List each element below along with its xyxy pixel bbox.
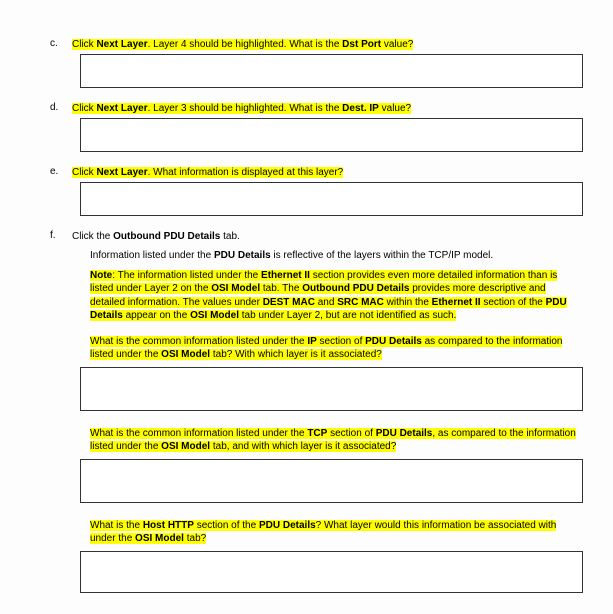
question-text: Click Next Layer. Layer 3 should be high… bbox=[72, 102, 583, 115]
text: Information listed under the bbox=[90, 250, 214, 261]
bold-text: PDU Details bbox=[259, 520, 316, 531]
question-d: d. Click Next Layer. Layer 3 should be h… bbox=[50, 102, 583, 152]
bold-text: Ethernet II bbox=[432, 297, 481, 308]
text: section of bbox=[327, 428, 375, 439]
text: Click the bbox=[72, 231, 113, 242]
question-text: Click Next Layer. What information is di… bbox=[72, 166, 583, 179]
bold-text: Ethernet II bbox=[261, 270, 310, 281]
paragraph: Note: The information listed under the E… bbox=[90, 269, 583, 323]
answer-input[interactable] bbox=[80, 551, 583, 593]
paragraph: Information listed under the PDU Details… bbox=[90, 249, 583, 263]
bold-text: OSI Model bbox=[135, 533, 184, 544]
text: . What information is displayed at this … bbox=[148, 167, 344, 178]
text: Click bbox=[72, 167, 96, 178]
question-c: c. Click Next Layer. Layer 4 should be h… bbox=[50, 38, 583, 88]
text: section of the bbox=[194, 520, 259, 531]
answer-input[interactable] bbox=[80, 459, 583, 503]
bold-text: Note bbox=[90, 270, 112, 281]
bold-text: Next Layer bbox=[96, 103, 147, 114]
bold-text: IP bbox=[307, 336, 316, 347]
question-letter: e. bbox=[50, 166, 72, 177]
bold-text: Host HTTP bbox=[143, 520, 194, 531]
bold-text: Outbound PDU Details bbox=[113, 231, 220, 242]
text: . Layer 3 should be highlighted. What is… bbox=[148, 103, 343, 114]
text: Click bbox=[72, 39, 96, 50]
bold-text: Next Layer bbox=[96, 167, 147, 178]
text: tab under Layer 2, but are not identifie… bbox=[239, 310, 456, 321]
bold-text: DEST MAC bbox=[263, 297, 315, 308]
text: tab. The bbox=[260, 283, 302, 294]
bold-text: OSI Model bbox=[190, 310, 239, 321]
text: : The information listed under the bbox=[112, 270, 261, 281]
question-e: e. Click Next Layer. What information is… bbox=[50, 166, 583, 216]
bold-text: Next Layer bbox=[96, 39, 147, 50]
text: tab, and with which layer is it associat… bbox=[210, 441, 396, 452]
bold-text: Dest. IP bbox=[342, 103, 379, 114]
bold-text: OSI Model bbox=[161, 349, 210, 360]
question-letter: d. bbox=[50, 102, 72, 113]
text: value? bbox=[379, 103, 411, 114]
question-f: f. Click the Outbound PDU Details tab. I… bbox=[50, 230, 583, 593]
text: tab. bbox=[220, 231, 239, 242]
text: is reflective of the layers within the T… bbox=[271, 250, 494, 261]
text: value? bbox=[381, 39, 413, 50]
text: appear on the bbox=[123, 310, 190, 321]
document-page: c. Click Next Layer. Layer 4 should be h… bbox=[0, 0, 613, 614]
question-text: Click Next Layer. Layer 4 should be high… bbox=[72, 38, 583, 51]
text: . Layer 4 should be highlighted. What is… bbox=[148, 39, 343, 50]
text: What is the common information listed un… bbox=[90, 428, 307, 439]
text: Click bbox=[72, 103, 96, 114]
text: section of bbox=[317, 336, 365, 347]
text: What is the common information listed un… bbox=[90, 336, 307, 347]
question-text: Click the Outbound PDU Details tab. bbox=[72, 230, 583, 243]
bold-text: PDU Details bbox=[214, 250, 271, 261]
text: tab? With which layer is it associated? bbox=[210, 349, 382, 360]
bold-text: TCP bbox=[307, 428, 327, 439]
answer-input[interactable] bbox=[80, 54, 583, 88]
answer-input[interactable] bbox=[80, 367, 583, 411]
sub-question: What is the Host HTTP section of the PDU… bbox=[90, 519, 583, 546]
sub-question: What is the common information listed un… bbox=[90, 427, 583, 454]
bold-text: Dst Port bbox=[342, 39, 381, 50]
bold-text: SRC MAC bbox=[337, 297, 384, 308]
bold-text: PDU Details bbox=[365, 336, 422, 347]
question-letter: f. bbox=[50, 230, 72, 241]
sub-question: What is the common information listed un… bbox=[90, 335, 583, 362]
bold-text: Outbound PDU Details bbox=[302, 283, 409, 294]
bold-text: PDU Details bbox=[376, 428, 433, 439]
text: and bbox=[315, 297, 337, 308]
bold-text: OSI Model bbox=[211, 283, 260, 294]
text: tab? bbox=[184, 533, 206, 544]
bold-text: OSI Model bbox=[161, 441, 210, 452]
text: What is the bbox=[90, 520, 143, 531]
text: within the bbox=[384, 297, 432, 308]
answer-input[interactable] bbox=[80, 118, 583, 152]
answer-input[interactable] bbox=[80, 182, 583, 216]
question-letter: c. bbox=[50, 38, 72, 49]
text: section of the bbox=[481, 297, 546, 308]
